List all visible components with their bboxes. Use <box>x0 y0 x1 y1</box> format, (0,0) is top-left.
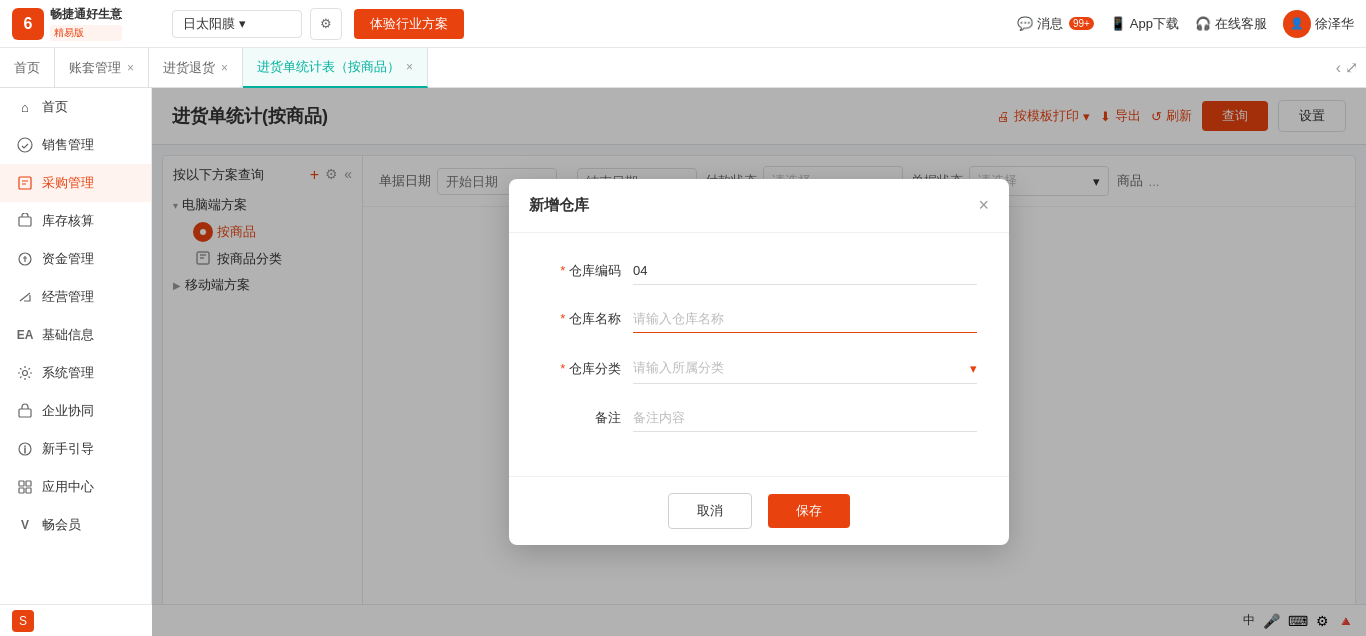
svg-rect-5 <box>19 409 31 417</box>
sidebar-item-sales[interactable]: 销售管理 <box>0 126 151 164</box>
category-required-star: * <box>560 361 565 376</box>
svg-rect-2 <box>19 217 31 226</box>
svg-point-0 <box>18 138 32 152</box>
tab-purchase-return[interactable]: 进货退货 × <box>149 48 243 88</box>
base-icon: EA <box>16 326 34 344</box>
code-row: * 仓库编码 <box>541 257 977 285</box>
modal-overlay[interactable]: 新增仓库 × * 仓库编码 * <box>152 88 1366 636</box>
operations-icon <box>16 288 34 306</box>
sidebar-item-system[interactable]: 系统管理 <box>0 354 151 392</box>
vip-icon: V <box>16 516 34 534</box>
apps-icon <box>16 478 34 496</box>
sidebar-item-enterprise[interactable]: 企业协同 <box>0 392 151 430</box>
sidebar: ⌂ 首页 销售管理 采购管理 库存核算 资金管理 <box>0 88 152 636</box>
finance-icon <box>16 250 34 268</box>
brand-badge: 精易版 <box>50 25 122 41</box>
headset-icon: 🎧 <box>1195 16 1211 31</box>
settings-icon[interactable]: ⚙ <box>310 8 342 40</box>
sidebar-item-inventory[interactable]: 库存核算 <box>0 202 151 240</box>
category-row: * 仓库分类 请输入所属分类 ▾ <box>541 353 977 384</box>
app-logo-icon: 6 <box>12 8 44 40</box>
dialog-title: 新增仓库 <box>529 196 589 215</box>
code-required-star: * <box>560 263 565 278</box>
tab-close-purchase-return[interactable]: × <box>221 61 228 75</box>
purchase-icon <box>16 174 34 192</box>
sidebar-item-operations[interactable]: 经营管理 <box>0 278 151 316</box>
avatar: 👤 <box>1283 10 1311 38</box>
category-select[interactable]: 请输入所属分类 ▾ <box>633 353 977 384</box>
remark-row: 备注 <box>541 404 977 432</box>
svg-rect-7 <box>19 481 24 486</box>
save-button[interactable]: 保存 <box>768 494 850 528</box>
code-label: * 仓库编码 <box>541 262 621 280</box>
tab-prev-icon[interactable]: ‹ <box>1336 59 1341 77</box>
sidebar-item-finance[interactable]: 资金管理 <box>0 240 151 278</box>
tab-accounts[interactable]: 账套管理 × <box>55 48 149 88</box>
chevron-down-icon: ▾ <box>239 16 246 31</box>
system-icon <box>16 364 34 382</box>
message-badge: 99+ <box>1069 17 1094 30</box>
tab-purchase-stats[interactable]: 进货单统计表（按商品） × <box>243 48 428 88</box>
name-label: * 仓库名称 <box>541 310 621 328</box>
warehouse-code-input[interactable] <box>633 257 977 285</box>
home-icon: ⌂ <box>16 98 34 116</box>
svg-point-4 <box>23 371 28 376</box>
sidebar-item-base[interactable]: EA 基础信息 <box>0 316 151 354</box>
name-row: * 仓库名称 <box>541 305 977 333</box>
message-icon: 💬 <box>1017 16 1033 31</box>
status-logo: S <box>12 610 34 632</box>
inventory-icon <box>16 212 34 230</box>
logo-area: 6 畅捷通好生意 精易版 <box>12 6 164 41</box>
category-chevron-icon: ▾ <box>970 361 977 376</box>
sidebar-item-guide[interactable]: 新手引导 <box>0 430 151 468</box>
category-label: * 仓库分类 <box>541 360 621 378</box>
online-service-button[interactable]: 🎧 在线客服 <box>1195 15 1267 33</box>
warehouse-name-input[interactable] <box>633 305 977 333</box>
cancel-button[interactable]: 取消 <box>668 493 752 529</box>
brand-text: 畅捷通好生意 精易版 <box>50 6 122 41</box>
app-download-button[interactable]: 📱 App下载 <box>1110 15 1179 33</box>
tab-actions: ‹ ⤢ <box>1328 58 1366 77</box>
new-warehouse-dialog: 新增仓库 × * 仓库编码 * <box>509 179 1009 545</box>
dialog-body: * 仓库编码 * 仓库名称 <box>509 233 1009 476</box>
top-bar: 6 畅捷通好生意 精易版 日太阳膜 ▾ ⚙ 体验行业方案 💬 消息 99+ 📱 … <box>0 0 1366 48</box>
remark-label: 备注 <box>541 409 621 427</box>
tab-home[interactable]: 首页 <box>0 48 55 88</box>
dialog-close-icon[interactable]: × <box>978 195 989 216</box>
tab-expand-icon[interactable]: ⤢ <box>1345 58 1358 77</box>
store-name: 日太阳膜 <box>183 15 235 33</box>
sidebar-item-apps[interactable]: 应用中心 <box>0 468 151 506</box>
dialog-header: 新增仓库 × <box>509 179 1009 233</box>
tab-close-accounts[interactable]: × <box>127 61 134 75</box>
dialog-footer: 取消 保存 <box>509 476 1009 545</box>
store-selector[interactable]: 日太阳膜 ▾ <box>172 10 302 38</box>
svg-rect-8 <box>26 481 31 486</box>
messages-button[interactable]: 💬 消息 99+ <box>1017 15 1094 33</box>
user-name: 徐泽华 <box>1315 15 1354 33</box>
trial-button[interactable]: 体验行业方案 <box>354 9 464 39</box>
enterprise-icon <box>16 402 34 420</box>
main-layout: ⌂ 首页 销售管理 采购管理 库存核算 资金管理 <box>0 88 1366 636</box>
sidebar-item-home[interactable]: ⌂ 首页 <box>0 88 151 126</box>
guide-icon <box>16 440 34 458</box>
tab-bar: 首页 账套管理 × 进货退货 × 进货单统计表（按商品） × ‹ ⤢ <box>0 48 1366 88</box>
phone-icon: 📱 <box>1110 16 1126 31</box>
svg-rect-9 <box>19 488 24 493</box>
remark-input[interactable] <box>633 404 977 432</box>
sales-icon <box>16 136 34 154</box>
category-placeholder: 请输入所属分类 <box>633 359 970 377</box>
sidebar-item-vip[interactable]: V 畅会员 <box>0 506 151 544</box>
user-menu[interactable]: 👤 徐泽华 <box>1283 10 1354 38</box>
top-right-area: 💬 消息 99+ 📱 App下载 🎧 在线客服 👤 徐泽华 <box>1017 10 1354 38</box>
content-area: 进货单统计(按商品) 🖨 按模板打印 ▾ ⬇ 导出 ↺ 刷新 查询 设置 <box>152 88 1366 636</box>
svg-rect-10 <box>26 488 31 493</box>
name-required-star: * <box>560 311 565 326</box>
tab-close-purchase-stats[interactable]: × <box>406 60 413 74</box>
sidebar-item-purchase[interactable]: 采购管理 <box>0 164 151 202</box>
svg-rect-1 <box>19 177 31 189</box>
